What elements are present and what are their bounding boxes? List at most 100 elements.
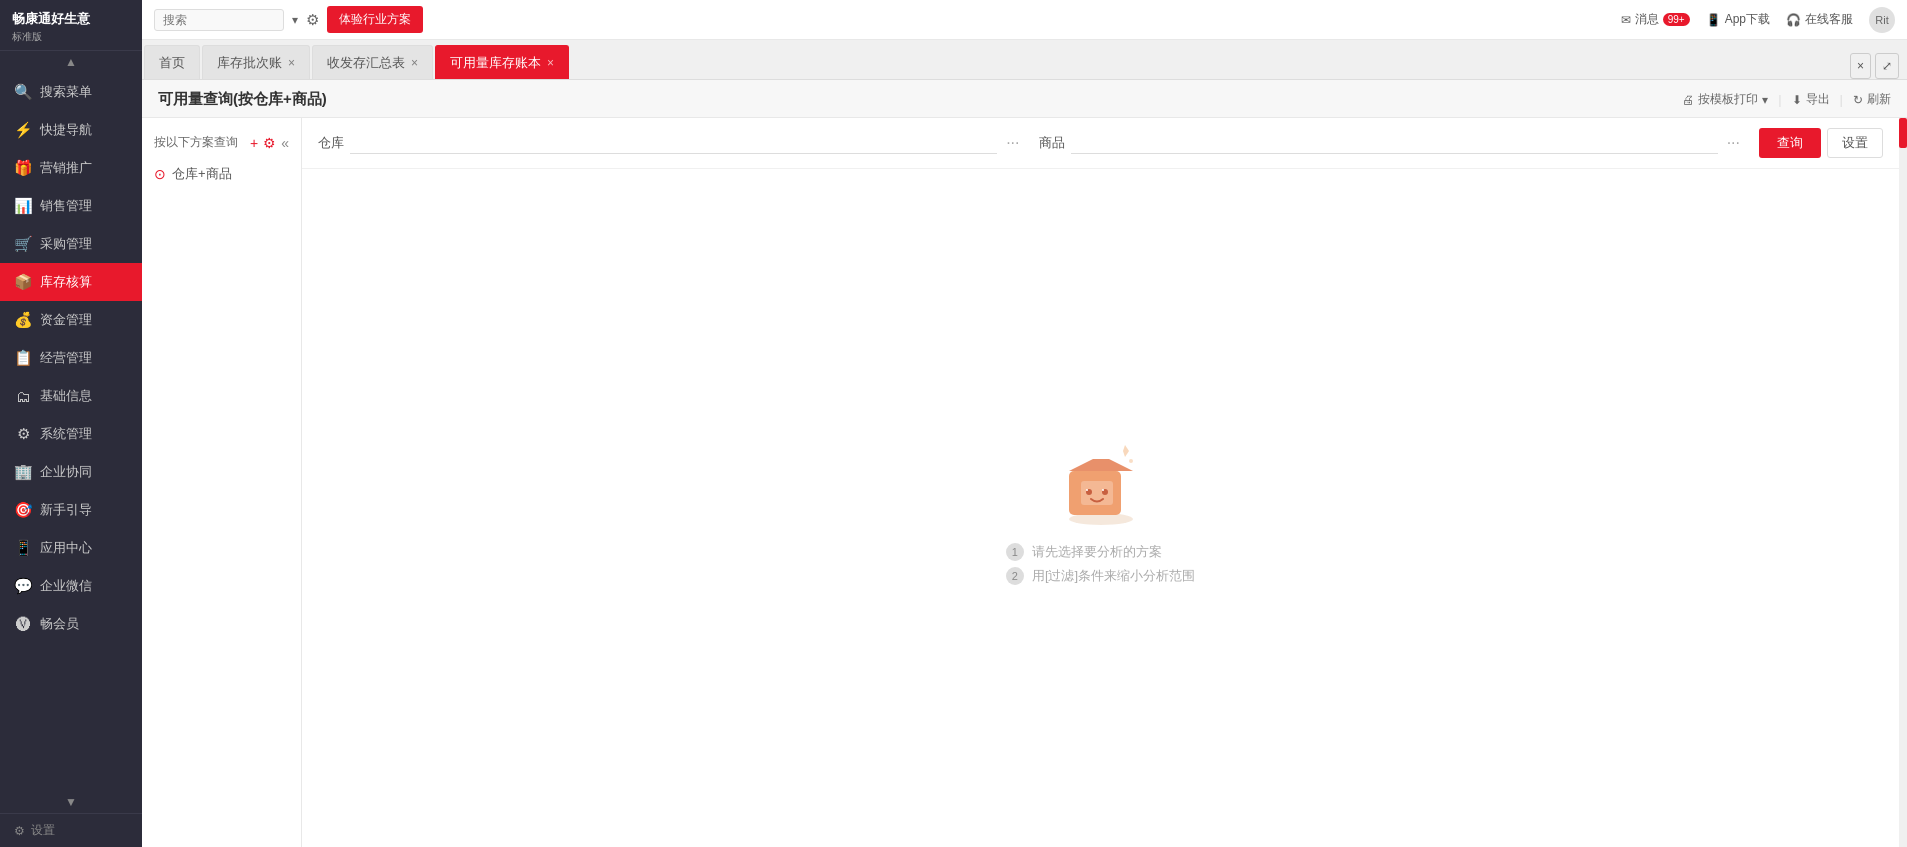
tab-batch-close[interactable]: × xyxy=(288,56,295,70)
page-actions: 🖨 按模板打印 ▾ | ⬇ 导出 | ↻ 刷新 xyxy=(1682,91,1891,108)
goods-field: 商品 ··· xyxy=(1039,132,1744,154)
filter-item-warehouse-goods[interactable]: ⊙ 仓库+商品 xyxy=(142,157,301,191)
filter-add-button[interactable]: + xyxy=(250,135,258,151)
sidebar-logo: 畅康通好生意 标准版 xyxy=(0,0,142,51)
sidebar-item-purchase[interactable]: 🛒采购管理 xyxy=(0,225,142,263)
sidebar-label-purchase: 采购管理 xyxy=(40,235,128,253)
export-icon: ⬇ xyxy=(1792,93,1802,107)
tab-available-label: 可用量库存账本 xyxy=(450,54,541,72)
message-badge: 99+ xyxy=(1663,13,1690,26)
sidebar-item-quick[interactable]: ⚡快捷导航 xyxy=(0,111,142,149)
sidebar-item-vip[interactable]: 🅥畅会员 xyxy=(0,605,142,643)
sidebar-item-search[interactable]: 🔍 搜索菜单 xyxy=(0,73,142,111)
scrollbar-thumb xyxy=(1899,118,1907,148)
tab-available[interactable]: 可用量库存账本 × xyxy=(435,45,569,79)
trial-button[interactable]: 体验行业方案 xyxy=(327,6,423,33)
export-label: 导出 xyxy=(1806,91,1830,108)
search-input[interactable] xyxy=(154,9,284,31)
sidebar-bottom[interactable]: ⚙ 设置 xyxy=(0,813,142,847)
tabs-actions: × ⤢ xyxy=(1850,53,1907,79)
search-icon: 🔍 xyxy=(14,83,32,101)
sidebar-label-inventory: 库存核算 xyxy=(40,273,128,291)
goods-more[interactable]: ··· xyxy=(1724,134,1743,152)
sidebar-label-newbie: 新手引导 xyxy=(40,501,128,519)
mobile-icon: 📱 xyxy=(1706,13,1721,27)
sidebar-label-appstore: 应用中心 xyxy=(40,539,128,557)
online-service-label: 在线客服 xyxy=(1805,11,1853,28)
sidebar-item-enterprise[interactable]: 🏢企业协同 xyxy=(0,453,142,491)
sales-icon: 📊 xyxy=(14,197,32,215)
query-search-button[interactable]: 查询 xyxy=(1759,128,1821,158)
sidebar-label-basic: 基础信息 xyxy=(40,387,128,405)
tab-home[interactable]: 首页 xyxy=(144,45,200,79)
tab-collect-label: 收发存汇总表 xyxy=(327,54,405,72)
user-avatar[interactable]: Rit xyxy=(1869,7,1895,33)
inventory-icon: 📦 xyxy=(14,273,32,291)
gear-icon[interactable]: ⚙ xyxy=(306,11,319,29)
query-area: 仓库 ··· 商品 ··· 查询 设置 xyxy=(302,118,1899,847)
filter-settings-button[interactable]: ⚙ xyxy=(263,135,276,151)
newbie-icon: 🎯 xyxy=(14,501,32,519)
refresh-icon: ↻ xyxy=(1853,93,1863,107)
refresh-label: 刷新 xyxy=(1867,91,1891,108)
warehouse-input[interactable] xyxy=(350,132,997,154)
print-icon: 🖨 xyxy=(1682,93,1694,107)
page-title: 可用量查询(按仓库+商品) xyxy=(158,90,327,109)
app-title: 畅康通好生意 xyxy=(12,10,130,28)
sidebar-item-operation[interactable]: 📋经营管理 xyxy=(0,339,142,377)
wechat-icon: 💬 xyxy=(14,577,32,595)
query-settings-button[interactable]: 设置 xyxy=(1827,128,1883,158)
sidebar-item-appstore[interactable]: 📱应用中心 xyxy=(0,529,142,567)
main-area: ▾ ⚙ 体验行业方案 ✉ 消息 99+ 📱 App下载 🎧 在线客服 Rit xyxy=(142,0,1907,847)
sidebar-item-newbie[interactable]: 🎯 新手引导 xyxy=(0,491,142,529)
hint-1-num: 1 xyxy=(1006,543,1024,561)
app-download-button[interactable]: 📱 App下载 xyxy=(1706,11,1770,28)
tab-collect[interactable]: 收发存汇总表 × xyxy=(312,45,433,79)
sidebar-scroll: 🔍 搜索菜单 ⚡快捷导航 🎁 营销推广 📊销售管理🛒采购管理 📦 库存核算 💰资金管理📋经营管理… xyxy=(0,73,142,791)
online-service-button[interactable]: 🎧 在线客服 xyxy=(1786,11,1853,28)
app-download-label: App下载 xyxy=(1725,11,1770,28)
query-actions: 查询 设置 xyxy=(1759,128,1883,158)
sidebar-item-system[interactable]: ⚙系统管理 xyxy=(0,415,142,453)
vip-icon: 🅥 xyxy=(14,616,32,633)
hint-1-text: 请先选择要分析的方案 xyxy=(1032,543,1162,561)
message-button[interactable]: ✉ 消息 99+ xyxy=(1621,11,1690,28)
empty-hint-2: 2 用[过滤]条件来缩小分析范围 xyxy=(1006,567,1195,585)
warehouse-more[interactable]: ··· xyxy=(1003,134,1022,152)
print-button[interactable]: 🖨 按模板打印 ▾ xyxy=(1682,91,1768,108)
filter-panel: 按以下方案查询 + ⚙ « ⊙ 仓库+商品 xyxy=(142,118,302,847)
right-scrollbar[interactable] xyxy=(1899,118,1907,847)
sidebar-item-inventory[interactable]: 📦 库存核算 xyxy=(0,263,142,301)
tabs-fullscreen[interactable]: ⤢ xyxy=(1875,53,1899,79)
message-icon: ✉ xyxy=(1621,13,1631,27)
tab-batch[interactable]: 库存批次账 × xyxy=(202,45,310,79)
marketing-icon: 🎁 xyxy=(14,159,32,177)
export-button[interactable]: ⬇ 导出 xyxy=(1792,91,1830,108)
finance-icon: 💰 xyxy=(14,311,32,329)
goods-input[interactable] xyxy=(1071,132,1718,154)
sidebar-scroll-down[interactable]: ▼ xyxy=(0,791,142,813)
sidebar-item-basic[interactable]: 🗂基础信息 xyxy=(0,377,142,415)
empty-svg xyxy=(1051,431,1151,531)
sidebar-label-search: 搜索菜单 xyxy=(40,83,128,101)
sidebar-item-marketing[interactable]: 🎁 营销推广 xyxy=(0,149,142,187)
tab-available-close[interactable]: × xyxy=(547,56,554,70)
filter-collapse-button[interactable]: « xyxy=(281,135,289,151)
tabs-bar: 首页 库存批次账 × 收发存汇总表 × 可用量库存账本 × × ⤢ xyxy=(142,40,1907,80)
dropdown-icon[interactable]: ▾ xyxy=(292,13,298,27)
tab-collect-close[interactable]: × xyxy=(411,56,418,70)
print-label: 按模板打印 xyxy=(1698,91,1758,108)
sidebar-label-marketing: 营销推广 xyxy=(40,159,128,177)
sidebar-item-sales[interactable]: 📊销售管理 xyxy=(0,187,142,225)
warehouse-label: 仓库 xyxy=(318,134,344,152)
query-bar: 仓库 ··· 商品 ··· 查询 设置 xyxy=(302,118,1899,169)
print-chevron: ▾ xyxy=(1762,93,1768,107)
sidebar-bottom-label: 设置 xyxy=(31,822,55,839)
topbar: ▾ ⚙ 体验行业方案 ✉ 消息 99+ 📱 App下载 🎧 在线客服 Rit xyxy=(142,0,1907,40)
sidebar-scroll-up[interactable]: ▲ xyxy=(0,51,142,73)
refresh-button[interactable]: ↻ 刷新 xyxy=(1853,91,1891,108)
sidebar-item-finance[interactable]: 💰资金管理 xyxy=(0,301,142,339)
tabs-close-all[interactable]: × xyxy=(1850,53,1871,79)
sidebar-label-system: 系统管理 xyxy=(40,425,128,443)
sidebar-item-wechat[interactable]: 💬企业微信 xyxy=(0,567,142,605)
